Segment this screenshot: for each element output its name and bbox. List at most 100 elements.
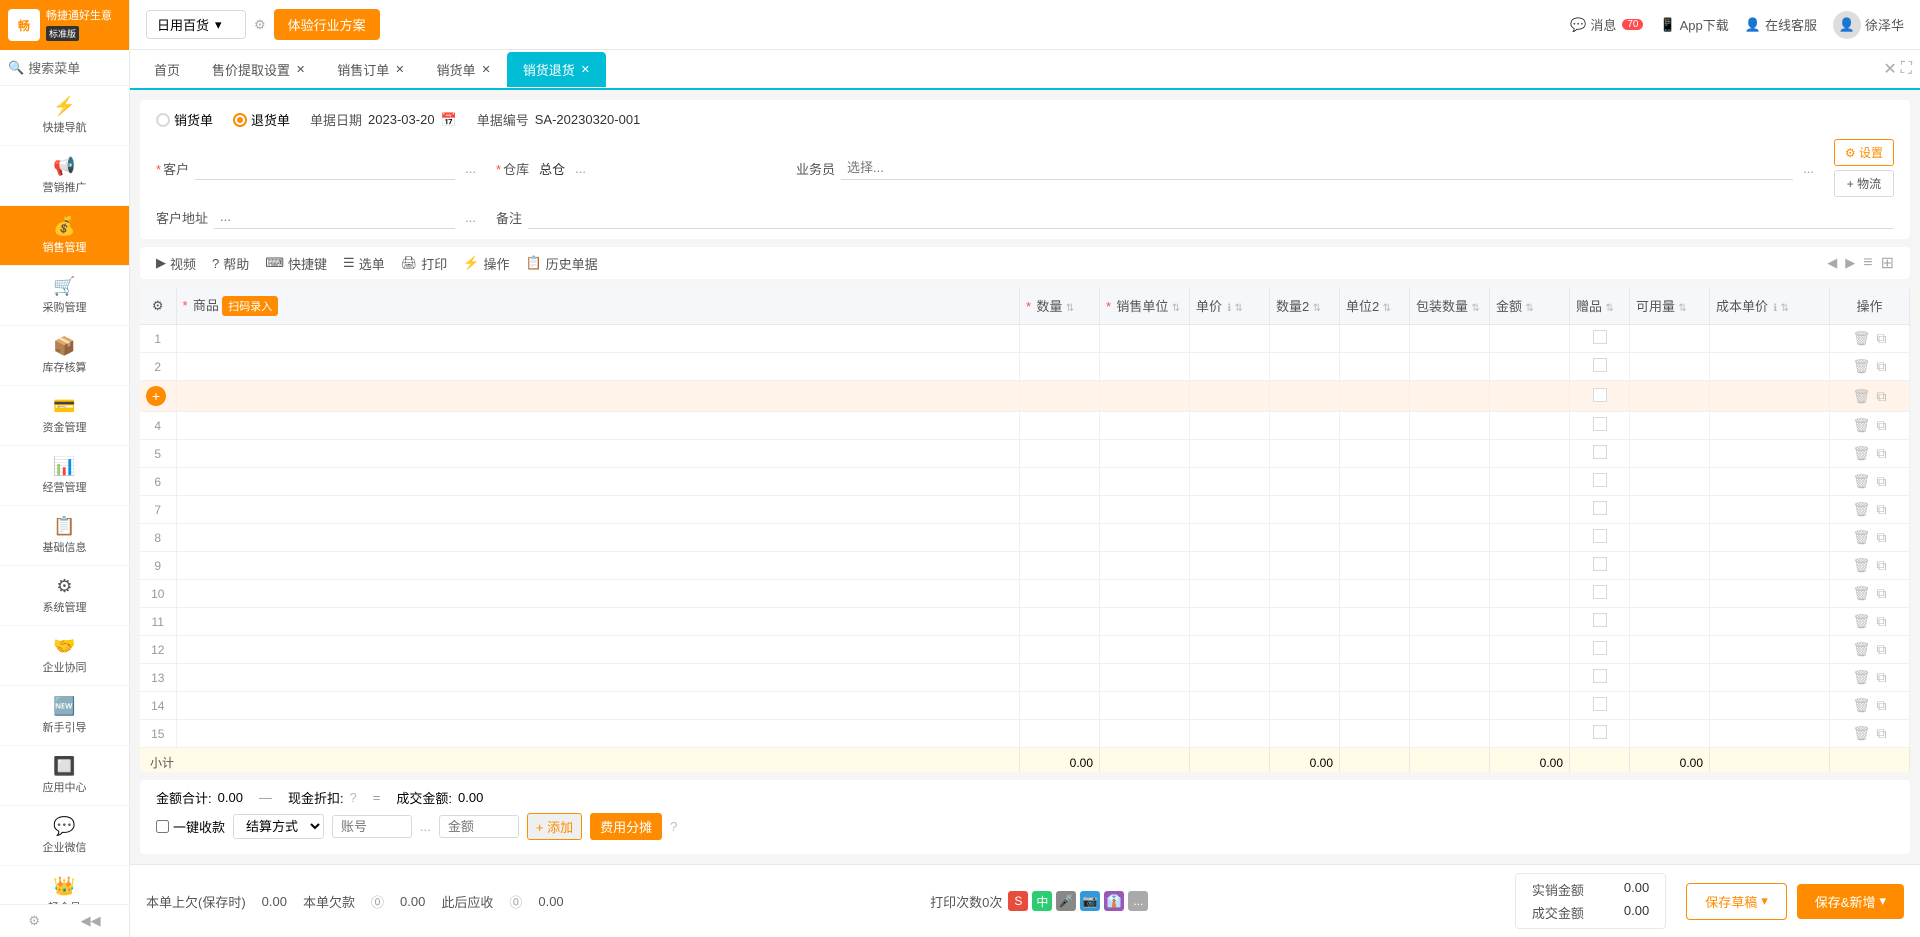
tab-sales-order[interactable]: 销售订单 ✕ bbox=[321, 52, 420, 87]
radio-return[interactable]: 退货单 bbox=[233, 110, 290, 129]
sidebar-item-enterprise[interactable]: 🤝 企业协同 bbox=[0, 626, 129, 686]
mic-icon[interactable]: 🎤 bbox=[1056, 891, 1076, 911]
trial-button[interactable]: 体验行业方案 bbox=[274, 9, 380, 40]
cost-price-cell[interactable] bbox=[1710, 325, 1830, 353]
staff-input[interactable] bbox=[841, 156, 1793, 180]
product-cell[interactable] bbox=[176, 325, 1020, 353]
sidebar-item-basic[interactable]: 📋 基础信息 bbox=[0, 506, 129, 566]
extra-icon[interactable]: ... bbox=[1128, 891, 1148, 911]
fentai-button[interactable]: 费用分摊 bbox=[590, 813, 662, 840]
tab-close-icon[interactable]: ✕ bbox=[482, 63, 491, 76]
expand-icon[interactable]: ⛶ bbox=[1901, 60, 1912, 78]
copy-icon[interactable]: ⧉ bbox=[1876, 557, 1886, 574]
scan-button[interactable]: 扫码录入 bbox=[222, 296, 278, 316]
grid-view-icon[interactable]: ⊞ bbox=[1881, 253, 1894, 273]
sidebar-item-quick-nav[interactable]: ⚡ 快捷导航 bbox=[0, 86, 129, 146]
price-cell[interactable] bbox=[1190, 325, 1270, 353]
copy-icon[interactable]: ⧉ bbox=[1876, 501, 1886, 518]
nav-left-icon[interactable]: ◀ bbox=[1827, 255, 1837, 271]
industry-selector[interactable]: 日用百货 ▾ bbox=[146, 10, 246, 39]
nav-right-icon[interactable]: ▶ bbox=[1845, 255, 1855, 271]
address-dots[interactable]: ... bbox=[465, 210, 476, 225]
gift-checkbox[interactable] bbox=[1593, 417, 1607, 431]
delete-icon[interactable]: 🗑 bbox=[1853, 641, 1871, 658]
settings-btn[interactable]: ⚙ 设置 bbox=[1834, 139, 1894, 166]
sidebar-item-sales[interactable]: 💰 销售管理 bbox=[0, 206, 129, 266]
doc-no-value[interactable]: SA-20230320-001 bbox=[535, 112, 641, 127]
customer-input[interactable] bbox=[195, 156, 455, 180]
amount-cell[interactable] bbox=[1490, 325, 1570, 353]
wuliu-btn[interactable]: + 物流 bbox=[1834, 170, 1894, 197]
gift-checkbox[interactable] bbox=[1593, 613, 1607, 627]
sidebar-item-guide[interactable]: 🆕 新手引导 bbox=[0, 686, 129, 746]
copy-icon[interactable]: ⧉ bbox=[1876, 473, 1886, 490]
sidebar-item-finance[interactable]: 💳 资金管理 bbox=[0, 386, 129, 446]
sidebar-item-system[interactable]: ⚙ 系统管理 bbox=[0, 566, 129, 626]
online-service-item[interactable]: 👤 在线客服 bbox=[1745, 15, 1817, 34]
search-menu[interactable]: 🔍 搜索菜单 bbox=[0, 50, 129, 86]
copy-icon[interactable]: ⧉ bbox=[1876, 669, 1886, 686]
shirt-icon[interactable]: 👔 bbox=[1104, 891, 1124, 911]
product-input-active[interactable] bbox=[183, 389, 1014, 404]
doc-debt-circle[interactable]: ⓪ bbox=[371, 892, 384, 911]
user-item[interactable]: 👤 徐泽华 bbox=[1833, 11, 1904, 39]
unit-cell[interactable] bbox=[1100, 325, 1190, 353]
gift-cell[interactable] bbox=[1570, 325, 1630, 353]
discount-help-icon[interactable]: ? bbox=[350, 790, 357, 805]
product-cell-active[interactable] bbox=[176, 381, 1020, 412]
copy-icon[interactable]: ⧉ bbox=[1876, 613, 1886, 630]
gift-checkbox[interactable] bbox=[1593, 529, 1607, 543]
toolbar-select[interactable]: ☰ 选单 bbox=[343, 254, 385, 273]
toolbar-operate[interactable]: ⚡ 操作 bbox=[463, 254, 509, 273]
copy-icon[interactable]: ⧉ bbox=[1876, 529, 1886, 546]
copy-icon[interactable]: ⧉ bbox=[1876, 445, 1886, 462]
gift-checkbox[interactable] bbox=[1593, 501, 1607, 515]
col-gear[interactable]: ⚙ bbox=[140, 287, 176, 325]
delete-icon[interactable]: 🗑 bbox=[1853, 445, 1871, 462]
sort-icon[interactable]: ⇅ bbox=[1066, 303, 1074, 314]
delete-icon[interactable]: 🗑 bbox=[1853, 330, 1871, 347]
notification-item[interactable]: 💬 消息 70 bbox=[1570, 15, 1643, 34]
tab-price-settings[interactable]: 售价提取设置 ✕ bbox=[196, 52, 321, 87]
sort-icon[interactable]: ⇅ bbox=[1172, 303, 1180, 314]
settings-icon[interactable]: ⚙ bbox=[254, 17, 266, 33]
pack-qty-cell[interactable] bbox=[1410, 325, 1490, 353]
sidebar-item-inventory[interactable]: 📦 库存核算 bbox=[0, 326, 129, 386]
info-icon[interactable]: ℹ bbox=[1773, 303, 1777, 314]
toolbar-print[interactable]: 🖨 打印 bbox=[401, 254, 448, 273]
qty2-cell[interactable] bbox=[1270, 325, 1340, 353]
gift-checkbox[interactable] bbox=[1593, 330, 1607, 344]
toolbar-shortcut[interactable]: ⌨ 快捷键 bbox=[265, 254, 327, 273]
delete-icon[interactable]: 🗑 bbox=[1853, 388, 1871, 405]
copy-icon[interactable]: ⧉ bbox=[1876, 585, 1886, 602]
collapse-icon[interactable]: ◀◀ bbox=[81, 913, 101, 929]
product-cell[interactable] bbox=[176, 353, 1020, 381]
sort-icon[interactable]: ⇅ bbox=[1605, 303, 1613, 314]
sort-icon[interactable]: ⇅ bbox=[1383, 303, 1391, 314]
copy-icon[interactable]: ⧉ bbox=[1876, 641, 1886, 658]
copy-icon[interactable]: ⧉ bbox=[1876, 388, 1886, 405]
delete-icon[interactable]: 🗑 bbox=[1853, 585, 1871, 602]
customer-dots[interactable]: ... bbox=[465, 161, 476, 176]
sidebar-item-marketing[interactable]: 📢 营销推广 bbox=[0, 146, 129, 206]
sidebar-item-member[interactable]: 👑 畅会员 bbox=[0, 866, 129, 904]
delete-icon[interactable]: 🗑 bbox=[1853, 529, 1871, 546]
tab-sales-return[interactable]: 销货退货 ✕ bbox=[507, 52, 606, 87]
sidebar-item-purchase[interactable]: 🛒 采购管理 bbox=[0, 266, 129, 326]
staff-dots[interactable]: ... bbox=[1803, 161, 1814, 176]
add-payment-button[interactable]: + 添加 bbox=[527, 813, 582, 840]
copy-icon[interactable]: ⧉ bbox=[1876, 330, 1886, 347]
tab-sales-delivery[interactable]: 销货单 ✕ bbox=[420, 52, 506, 87]
copy-icon[interactable]: ⧉ bbox=[1876, 697, 1886, 714]
fentai-help-icon[interactable]: ? bbox=[670, 819, 677, 834]
zh-icon[interactable]: 中 bbox=[1032, 891, 1052, 911]
tab-close-icon[interactable]: ✕ bbox=[581, 63, 590, 76]
radio-delivery[interactable]: 销货单 bbox=[156, 110, 213, 129]
gift-checkbox[interactable] bbox=[1593, 358, 1607, 372]
sidebar-item-operation[interactable]: 📊 经营管理 bbox=[0, 446, 129, 506]
gift-checkbox[interactable] bbox=[1593, 557, 1607, 571]
cam-icon[interactable]: 📷 bbox=[1080, 891, 1100, 911]
sort-icon[interactable]: ⇅ bbox=[1781, 303, 1789, 314]
gift-checkbox[interactable] bbox=[1593, 669, 1607, 683]
toolbar-history[interactable]: 📋 历史单据 bbox=[525, 254, 597, 273]
